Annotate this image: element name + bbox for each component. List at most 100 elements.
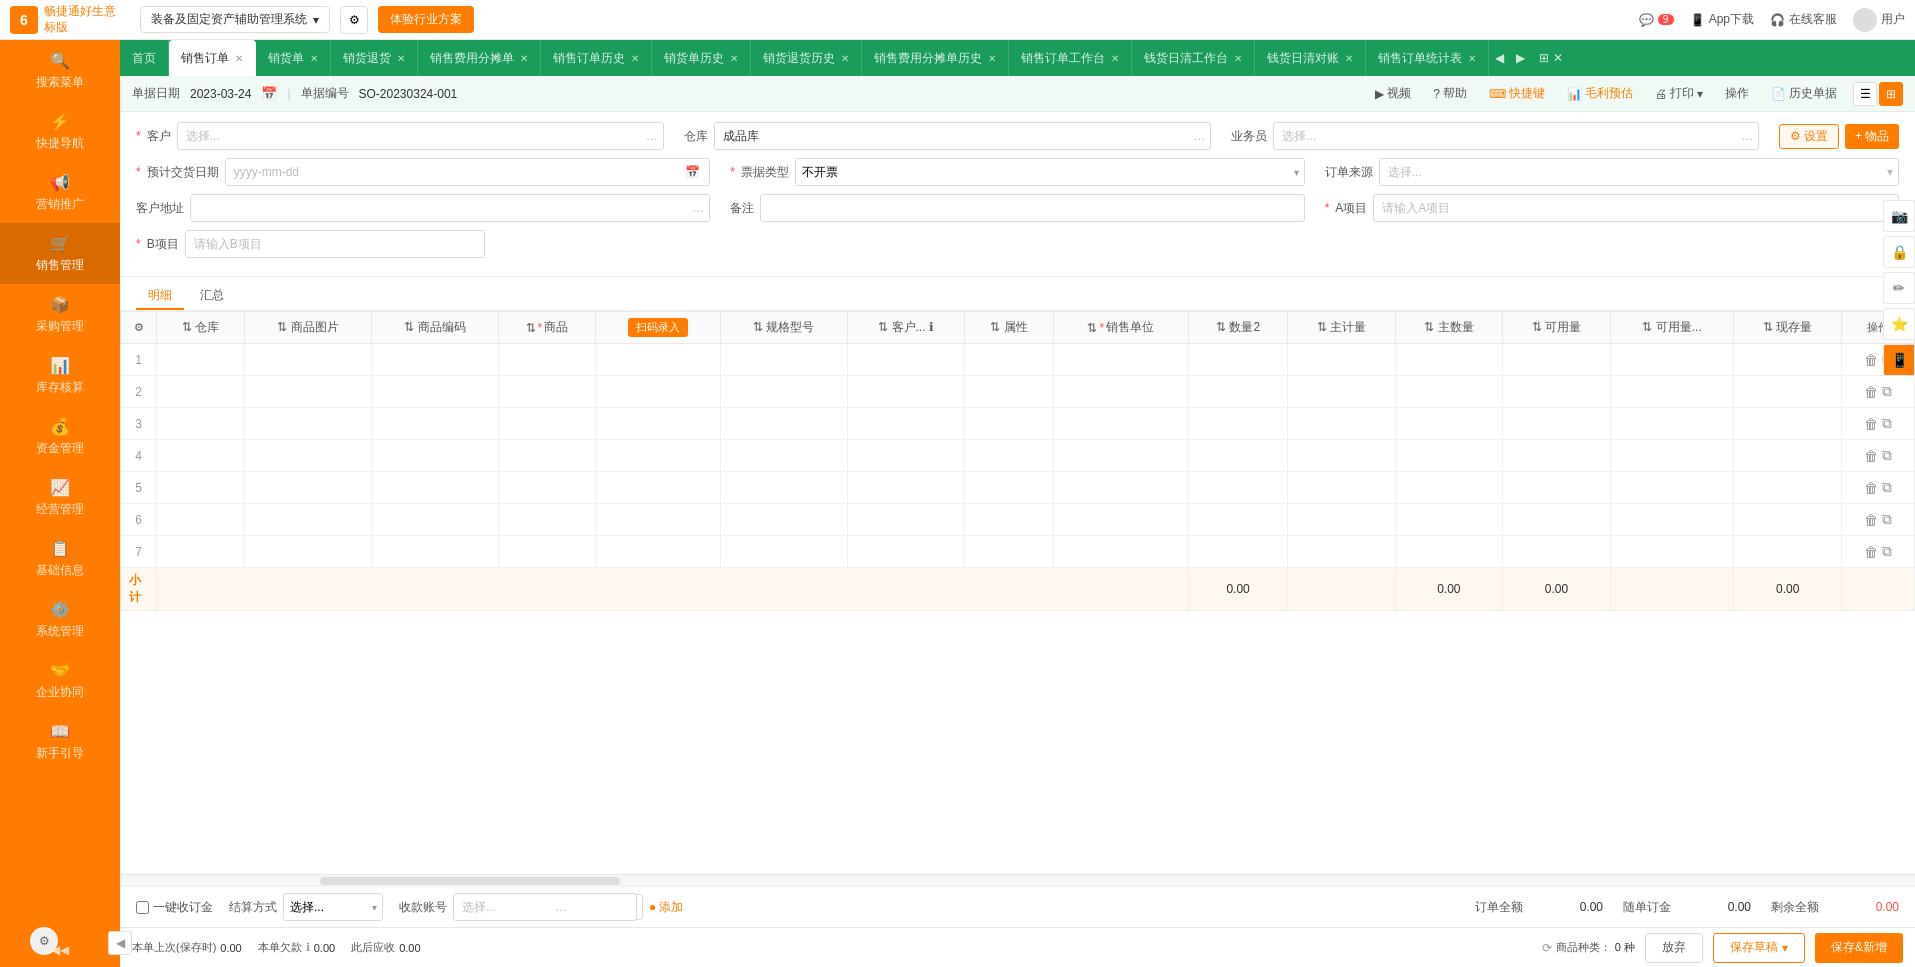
list-view-button[interactable]: ☰ bbox=[1853, 82, 1877, 106]
tab-close-cash-daily-workbench[interactable]: ✕ bbox=[1234, 53, 1242, 64]
th-settings[interactable]: ⚙ bbox=[121, 312, 157, 344]
invoice-type-select[interactable]: 不开票 增值税普通发票 增值税专用发票 bbox=[795, 158, 1305, 186]
one-click-checkbox[interactable] bbox=[136, 901, 149, 914]
tab-nav-left[interactable]: ◀ bbox=[1489, 51, 1510, 65]
view-video-button[interactable]: ▶ 视频 bbox=[1369, 83, 1417, 104]
row-copy-icon[interactable]: ⧉ bbox=[1882, 415, 1892, 432]
row-delete-icon[interactable]: 🗑 bbox=[1864, 544, 1878, 560]
settlement-select[interactable]: 选择... bbox=[283, 893, 383, 921]
profit-estimate-button[interactable]: 📊 毛利预估 bbox=[1561, 83, 1639, 104]
tab-cash-reconcile[interactable]: 钱货日清对账 ✕ bbox=[1255, 40, 1366, 76]
order-source-arrow[interactable]: ▾ bbox=[1887, 165, 1893, 179]
tab-close-sales-expense-history[interactable]: ✕ bbox=[988, 53, 996, 64]
save-new-button[interactable]: 保存&新增 bbox=[1815, 933, 1903, 963]
rf-btn-mobile[interactable]: 📱 bbox=[1883, 344, 1915, 376]
message-button[interactable]: 💬 9 App下载 bbox=[1639, 13, 1674, 27]
scan-button[interactable]: 扫码录入 bbox=[628, 318, 688, 337]
row-delete-icon[interactable]: 🗑 bbox=[1864, 512, 1878, 528]
tab-close-sales-stats[interactable]: ✕ bbox=[1468, 53, 1476, 64]
a-project-input[interactable] bbox=[1373, 194, 1899, 222]
sidebar-collapse-button[interactable]: ◀ bbox=[108, 931, 132, 955]
sidebar-item-sales[interactable]: 🛒 销售管理 bbox=[0, 223, 120, 284]
salesperson-dots[interactable]: … bbox=[1741, 129, 1753, 143]
sidebar-item-inventory[interactable]: 📊 库存核算 bbox=[0, 345, 120, 406]
help-button[interactable]: ? 帮助 bbox=[1427, 83, 1473, 104]
add-goods-button[interactable]: + 物品 bbox=[1845, 124, 1899, 149]
discard-button[interactable]: 放弃 bbox=[1645, 933, 1703, 963]
sidebar-item-base-info[interactable]: 📋 基础信息 bbox=[0, 528, 120, 589]
sidebar-item-quick-nav[interactable]: ⚡ 快捷导航 bbox=[0, 101, 120, 162]
row-delete-icon[interactable]: 🗑 bbox=[1864, 448, 1878, 464]
tab-close-sales-bill-history[interactable]: ✕ bbox=[730, 53, 738, 64]
tab-sales-order-workbench[interactable]: 销售订单工作台 ✕ bbox=[1009, 40, 1132, 76]
tab-sales-expense[interactable]: 销售费用分摊单 ✕ bbox=[418, 40, 541, 76]
note-input[interactable] bbox=[760, 194, 1304, 222]
rf-btn-edit[interactable]: ✏ bbox=[1883, 272, 1915, 304]
credit-info-icon[interactable]: ℹ bbox=[306, 941, 310, 954]
tab-more-button[interactable]: ⊞ ✕ bbox=[1531, 51, 1571, 65]
save-draft-button[interactable]: 保存草稿 ▾ bbox=[1713, 933, 1805, 963]
warehouse-input[interactable] bbox=[714, 122, 1212, 150]
tab-close-sales-expense[interactable]: ✕ bbox=[520, 53, 528, 64]
th-scan[interactable]: 扫码录入 bbox=[595, 312, 720, 344]
row-copy-icon[interactable]: ⧉ bbox=[1882, 479, 1892, 496]
sidebar-item-marketing[interactable]: 📢 营销推广 bbox=[0, 162, 120, 223]
row-delete-icon[interactable]: 🗑 bbox=[1864, 384, 1878, 400]
sidebar-item-guide[interactable]: 📖 新手引导 bbox=[0, 711, 120, 772]
sidebar-toggle-button[interactable]: ◀◀ bbox=[0, 933, 120, 967]
tab-sales-order[interactable]: 销售订单 ✕ bbox=[169, 40, 256, 76]
tab-close-sales-order[interactable]: ✕ bbox=[235, 53, 243, 64]
tab-close-sales-return-history[interactable]: ✕ bbox=[841, 53, 849, 64]
customer-input[interactable] bbox=[177, 122, 664, 150]
tab-cash-daily-workbench[interactable]: 钱货日清工作台 ✕ bbox=[1132, 40, 1255, 76]
user-avatar[interactable]: 用户 bbox=[1853, 8, 1905, 32]
tab-summary[interactable]: 汇总 bbox=[188, 283, 236, 310]
tab-close-sales-bill[interactable]: ✕ bbox=[310, 53, 318, 64]
sidebar-item-search[interactable]: 🔍 搜索菜单 bbox=[0, 40, 120, 101]
tab-sales-bill-history[interactable]: 销货单历史 ✕ bbox=[652, 40, 751, 76]
horizontal-scrollbar[interactable] bbox=[120, 874, 1915, 886]
calendar-icon[interactable]: 📅 bbox=[681, 165, 704, 179]
history-button[interactable]: 📄 历史单据 bbox=[1765, 83, 1843, 104]
tab-close-sales-order-workbench[interactable]: ✕ bbox=[1111, 53, 1119, 64]
add-payment-button[interactable]: ● 添加 bbox=[649, 899, 683, 916]
row-copy-icon[interactable]: ⧉ bbox=[1882, 447, 1892, 464]
shortcut-button[interactable]: ⌨ 快捷键 bbox=[1483, 83, 1551, 104]
tab-sales-bill[interactable]: 销货单 ✕ bbox=[256, 40, 331, 76]
row-copy-icon[interactable]: ⧉ bbox=[1882, 543, 1892, 560]
tab-sales-stats[interactable]: 销售订单统计表 ✕ bbox=[1366, 40, 1489, 76]
tab-nav-right[interactable]: ▶ bbox=[1510, 51, 1531, 65]
b-project-input[interactable] bbox=[185, 230, 485, 258]
industry-solution-button[interactable]: 体验行业方案 bbox=[378, 6, 474, 33]
scroll-thumb[interactable] bbox=[320, 877, 620, 885]
tab-detail[interactable]: 明细 bbox=[136, 283, 184, 310]
sidebar-item-purchase[interactable]: 📦 采购管理 bbox=[0, 284, 120, 345]
sidebar-item-enterprise[interactable]: 🤝 企业协同 bbox=[0, 650, 120, 711]
app-download-button[interactable]: 📱 App下载 bbox=[1690, 11, 1754, 28]
customer-dots[interactable]: … bbox=[646, 129, 658, 143]
system-selector[interactable]: 装备及固定资产辅助管理系统 ▾ bbox=[140, 6, 330, 33]
account-dots[interactable]: … bbox=[555, 900, 567, 914]
address-dots[interactable]: … bbox=[692, 201, 704, 215]
ops-button[interactable]: 操作 bbox=[1719, 83, 1755, 104]
row-delete-icon[interactable]: 🗑 bbox=[1864, 416, 1878, 432]
sidebar-item-finance[interactable]: 💰 资金管理 bbox=[0, 406, 120, 467]
tab-close-sales-order-history[interactable]: ✕ bbox=[631, 53, 639, 64]
tab-sales-return-history[interactable]: 销货退货历史 ✕ bbox=[751, 40, 862, 76]
order-source-input[interactable] bbox=[1379, 158, 1899, 186]
tab-close-sales-return[interactable]: ✕ bbox=[397, 53, 405, 64]
row-delete-icon[interactable]: 🗑 bbox=[1864, 352, 1878, 368]
product-count-refresh-icon[interactable]: ⟳ bbox=[1542, 941, 1552, 955]
bottom-gear-icon[interactable]: ⚙ bbox=[30, 927, 58, 955]
tab-sales-return[interactable]: 销货退货 ✕ bbox=[331, 40, 418, 76]
settings-button[interactable]: ⚙ 设置 bbox=[1779, 124, 1839, 149]
rf-btn-lock[interactable]: 🔒 bbox=[1883, 236, 1915, 268]
online-service-button[interactable]: 🎧 在线客服 bbox=[1770, 11, 1837, 28]
account-input[interactable] bbox=[453, 893, 637, 921]
delivery-date-input[interactable] bbox=[225, 158, 711, 186]
rf-btn-camera[interactable]: 📷 bbox=[1883, 200, 1915, 232]
salesperson-input[interactable] bbox=[1273, 122, 1759, 150]
warehouse-dots[interactable]: … bbox=[1193, 129, 1205, 143]
sidebar-item-management[interactable]: 📈 经营管理 bbox=[0, 467, 120, 528]
tab-sales-order-history[interactable]: 销售订单历史 ✕ bbox=[541, 40, 652, 76]
